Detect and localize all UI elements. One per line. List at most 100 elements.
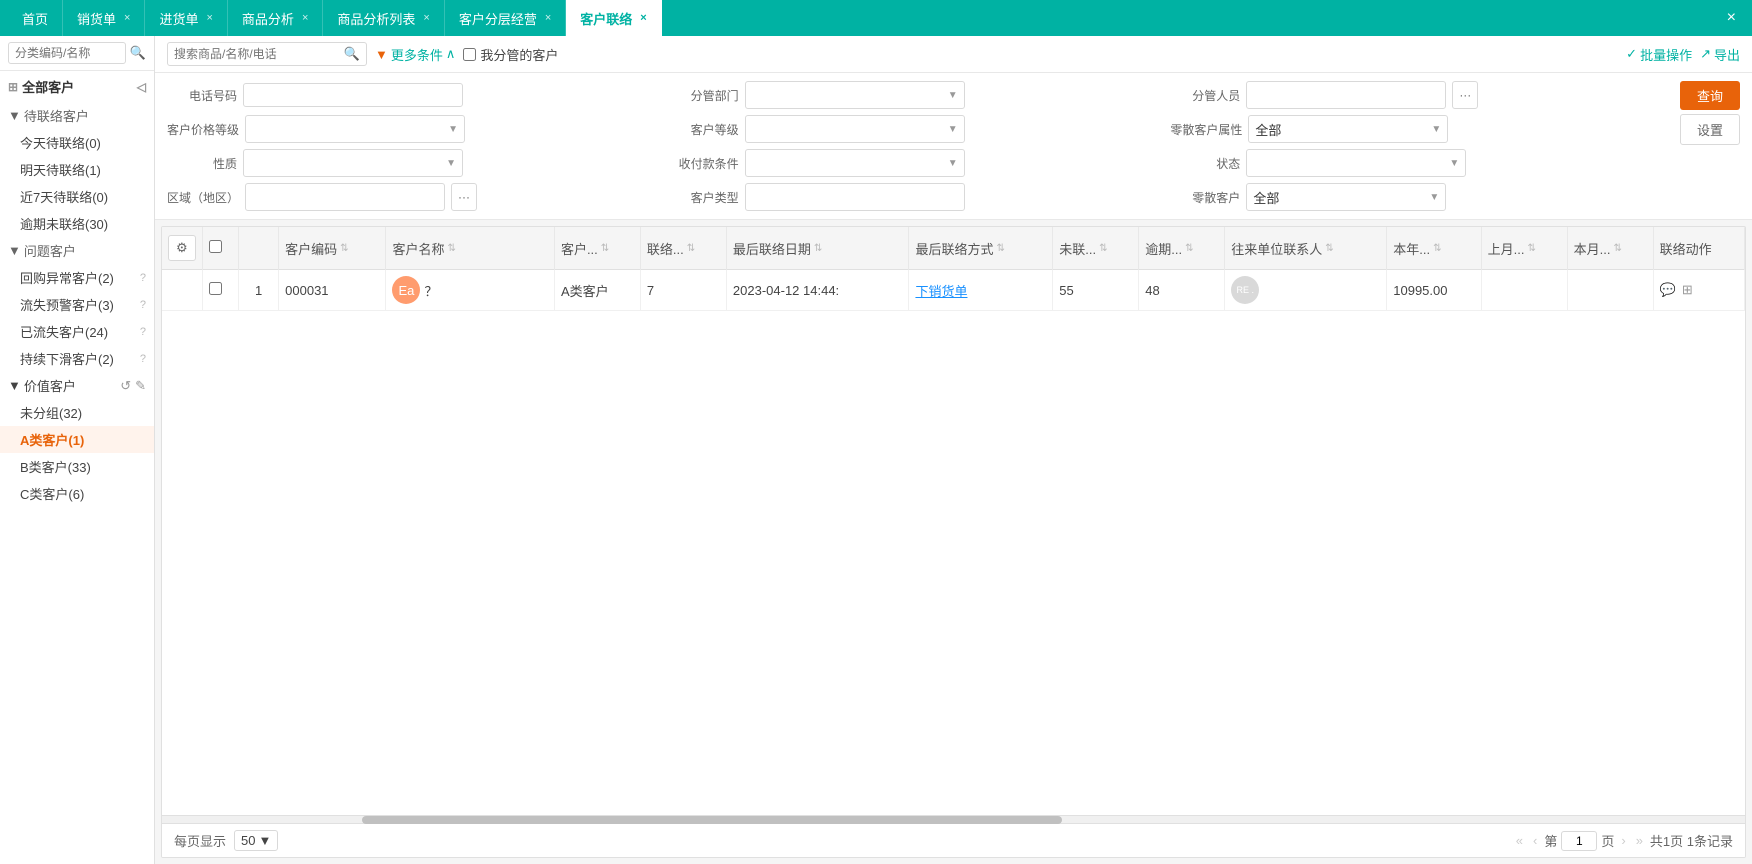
sidebar-item-churn-warning[interactable]: 流失预警客户(3) ? bbox=[0, 291, 154, 318]
refresh-icon[interactable]: ↺ bbox=[120, 378, 131, 394]
page-number-input[interactable] bbox=[1561, 831, 1597, 851]
th-code[interactable]: 客户编码⇅ bbox=[279, 227, 386, 270]
nav-tab-sales-close[interactable]: × bbox=[124, 12, 130, 24]
section-problem-customers[interactable]: ▼ 问题客户 bbox=[0, 237, 154, 264]
filter-field-retail-customer: 零散客户 全部 ▼ bbox=[1170, 183, 1672, 211]
nav-tab-sales[interactable]: 销货单 × bbox=[63, 0, 145, 36]
nav-tab-home[interactable]: 首页 bbox=[8, 0, 63, 36]
person-more-btn[interactable]: ··· bbox=[1452, 81, 1478, 109]
customer-type-select[interactable] bbox=[745, 183, 965, 211]
query-button[interactable]: 查询 bbox=[1680, 81, 1740, 110]
total-records-label: 共1页 1条记录 bbox=[1650, 831, 1733, 850]
th-last-month[interactable]: 上月...⇅ bbox=[1481, 227, 1567, 270]
nav-tab-purchase[interactable]: 进货单 × bbox=[145, 0, 227, 36]
sidebar-item-b-class[interactable]: B类客户(33) bbox=[0, 453, 154, 480]
prev-page-button[interactable]: ‹ bbox=[1530, 833, 1540, 848]
retail-customer-select[interactable]: 全部 ▼ bbox=[1246, 183, 1446, 211]
sidebar-item-tomorrow-pending[interactable]: 明天待联络(1) bbox=[0, 156, 154, 183]
settings-button[interactable]: 设置 bbox=[1680, 114, 1740, 145]
scrollbar-thumb[interactable] bbox=[362, 816, 1062, 824]
nav-tab-analysis-list[interactable]: 商品分析列表 × bbox=[323, 0, 444, 36]
action-icons-container: 💬 ⊞ bbox=[1660, 282, 1738, 298]
next-page-button[interactable]: › bbox=[1618, 833, 1628, 848]
gear-button[interactable]: ⚙ bbox=[168, 235, 196, 261]
nav-tab-customer-contact-label: 客户联络 bbox=[580, 9, 632, 28]
sidebar-search-icon[interactable]: 🔍 bbox=[130, 45, 146, 61]
nav-tab-customer-tier-close[interactable]: × bbox=[545, 12, 551, 24]
phone-input[interactable] bbox=[243, 83, 463, 107]
nature-select[interactable]: ▼ bbox=[243, 149, 463, 177]
sidebar-item-churned[interactable]: 已流失客户(24) ? bbox=[0, 318, 154, 345]
chat-icon[interactable]: 💬 bbox=[1660, 282, 1676, 298]
contact-count-value: 7 bbox=[647, 283, 654, 298]
customer-level-select[interactable]: ▼ bbox=[745, 115, 965, 143]
grid-action-icon[interactable]: ⊞ bbox=[1682, 282, 1693, 298]
status-select[interactable]: ▼ bbox=[1246, 149, 1466, 177]
sidebar-item-today-pending[interactable]: 今天待联络(0) bbox=[0, 129, 154, 156]
nav-tab-analysis-list-close[interactable]: × bbox=[423, 12, 429, 24]
th-overdue[interactable]: 逾期...⇅ bbox=[1139, 227, 1225, 270]
sidebar-item-overdue[interactable]: 逾期未联络(30) bbox=[0, 210, 154, 237]
select-all-checkbox[interactable] bbox=[209, 240, 222, 253]
th-gear[interactable]: ⚙ bbox=[162, 227, 202, 270]
nav-tab-purchase-close[interactable]: × bbox=[206, 12, 212, 24]
sidebar-all-customers[interactable]: ⊞ 全部客户 ◁ bbox=[0, 71, 154, 102]
price-level-select[interactable]: ▼ bbox=[245, 115, 465, 143]
close-all-button[interactable]: × bbox=[1719, 9, 1744, 27]
edit-icon[interactable]: ✎ bbox=[135, 378, 146, 394]
sidebar-item-repurchase-abnormal[interactable]: 回购异常客户(2) ? bbox=[0, 264, 154, 291]
help-icon-2: ? bbox=[140, 299, 146, 311]
sidebar-item-a-class[interactable]: A类客户(1) bbox=[0, 426, 154, 453]
row-checkbox[interactable] bbox=[209, 282, 222, 295]
nav-tab-customer-contact-close[interactable]: × bbox=[640, 12, 646, 24]
sidebar-collapse-btn[interactable]: ◁ bbox=[137, 80, 146, 94]
main-search-input[interactable] bbox=[174, 47, 340, 61]
nav-tab-purchase-label: 进货单 bbox=[159, 9, 198, 28]
region-more-btn[interactable]: ··· bbox=[451, 183, 477, 211]
retail-attr-select[interactable]: 全部 ▼ bbox=[1248, 115, 1448, 143]
arrow-down-icon2: ▼ bbox=[8, 243, 21, 258]
my-customers-checkbox[interactable] bbox=[463, 48, 476, 61]
nav-tab-analysis-close[interactable]: × bbox=[302, 12, 308, 24]
th-this-year[interactable]: 本年...⇅ bbox=[1387, 227, 1481, 270]
th-checkbox[interactable] bbox=[202, 227, 239, 270]
th-unit-contact[interactable]: 往来单位联系人⇅ bbox=[1225, 227, 1387, 270]
payment-select[interactable]: ▼ bbox=[745, 149, 965, 177]
export-link[interactable]: ↗ 导出 bbox=[1700, 45, 1740, 64]
my-customers-checkbox-container[interactable]: 我分管的客户 bbox=[463, 45, 558, 64]
td-checkbox[interactable] bbox=[202, 270, 239, 311]
sidebar-item-7day-pending[interactable]: 近7天待联络(0) bbox=[0, 183, 154, 210]
last-page-button[interactable]: » bbox=[1633, 833, 1646, 848]
nav-tab-analysis[interactable]: 商品分析 × bbox=[228, 0, 323, 36]
sidebar-item-c-class[interactable]: C类客户(6) bbox=[0, 480, 154, 507]
last-contact-method-link[interactable]: 下销货单 bbox=[915, 284, 967, 299]
price-level-chevron-icon: ▼ bbox=[448, 124, 458, 135]
th-last-contact-method[interactable]: 最后联络方式⇅ bbox=[909, 227, 1053, 270]
person-select[interactable] bbox=[1246, 81, 1446, 109]
customer-table: ⚙ 客户编码⇅ 客户名称⇅ bbox=[162, 227, 1745, 311]
section-value-customers[interactable]: ▼ 价值客户 ↺ ✎ bbox=[0, 372, 154, 399]
th-last-contact-date[interactable]: 最后联络日期⇅ bbox=[726, 227, 909, 270]
page-size-select[interactable]: 50 ▼ bbox=[234, 830, 278, 851]
first-page-button[interactable]: « bbox=[1513, 833, 1526, 848]
region-select[interactable] bbox=[245, 183, 445, 211]
section-pending-contact[interactable]: ▼ 待联络客户 bbox=[0, 102, 154, 129]
th-this-month[interactable]: 本月...⇅ bbox=[1567, 227, 1653, 270]
nav-tab-customer-tier[interactable]: 客户分层经营 × bbox=[445, 0, 566, 36]
sidebar-item-declining[interactable]: 持续下滑客户(2) ? bbox=[0, 345, 154, 372]
sidebar-item-unclassified[interactable]: 未分组(32) bbox=[0, 399, 154, 426]
more-filters-button[interactable]: ▼ 更多条件 ∧ bbox=[375, 45, 455, 64]
region-label: 区域（地区） bbox=[167, 189, 239, 206]
horizontal-scrollbar[interactable] bbox=[162, 815, 1745, 823]
table-row: 1 000031 Ea ？ bbox=[162, 270, 1745, 311]
th-uncontacted[interactable]: 未联...⇅ bbox=[1053, 227, 1139, 270]
table-scroll[interactable]: ⚙ 客户编码⇅ 客户名称⇅ bbox=[162, 227, 1745, 815]
th-name[interactable]: 客户名称⇅ bbox=[386, 227, 555, 270]
th-contact[interactable]: 联络...⇅ bbox=[640, 227, 726, 270]
batch-operation-link[interactable]: ✓ 批量操作 bbox=[1626, 45, 1692, 64]
nav-tab-customer-contact[interactable]: 客户联络 × bbox=[566, 0, 661, 36]
th-category[interactable]: 客户...⇅ bbox=[554, 227, 640, 270]
sidebar-search-input[interactable] bbox=[8, 42, 126, 64]
main-search-icon[interactable]: 🔍 bbox=[344, 46, 360, 62]
dept-select[interactable]: ▼ bbox=[745, 81, 965, 109]
